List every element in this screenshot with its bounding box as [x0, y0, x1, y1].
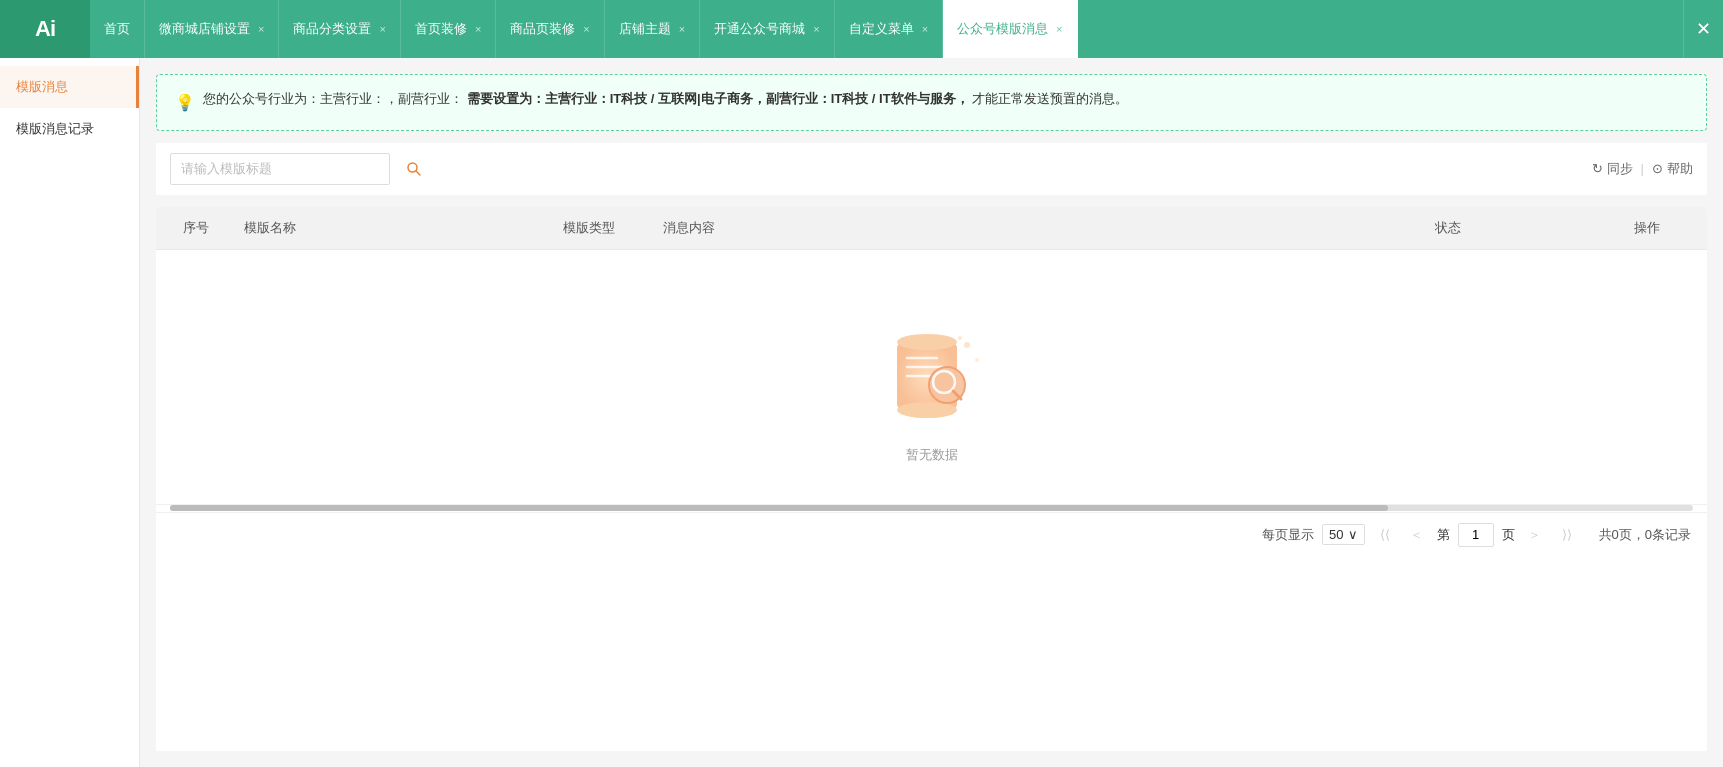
- empty-illustration: [872, 310, 992, 430]
- notice-highlight: 需要设置为：主营行业：IT科技 / 互联网|电子商务，副营行业：IT科技 / I…: [467, 91, 969, 106]
- tab-close-icon[interactable]: ×: [813, 23, 819, 35]
- page-label: 第: [1437, 526, 1450, 544]
- search-icon: [406, 161, 422, 177]
- tab-label: 首页装修: [415, 20, 467, 38]
- topbar-tab-store-theme[interactable]: 店铺主题 ×: [605, 0, 700, 58]
- logo: Ai: [0, 0, 90, 58]
- tab-label: 店铺主题: [619, 20, 671, 38]
- help-label: 帮助: [1667, 160, 1693, 178]
- empty-state: 暂无数据: [156, 250, 1707, 504]
- topbar-tab-custom-menu[interactable]: 自定义菜单 ×: [835, 0, 943, 58]
- tab-label: 自定义菜单: [849, 20, 914, 38]
- col-action: 操作: [1587, 207, 1707, 249]
- svg-point-13: [975, 358, 979, 362]
- scrollbar-row: [156, 504, 1707, 512]
- close-all-button[interactable]: ✕: [1683, 0, 1723, 58]
- topbar-tab-product-decor[interactable]: 商品页装修 ×: [496, 0, 604, 58]
- tab-label: 首页: [104, 20, 130, 38]
- tab-label: 微商城店铺设置: [159, 20, 250, 38]
- col-type: 模版类型: [555, 207, 655, 249]
- tab-close-icon[interactable]: ×: [922, 23, 928, 35]
- tab-label: 公众号模版消息: [957, 20, 1048, 38]
- page-number-input[interactable]: [1458, 523, 1494, 547]
- notice-box: 💡 您的公众号行业为：主营行业：，副营行业： 需要设置为：主营行业：IT科技 /…: [156, 74, 1707, 131]
- tab-label: 商品页装修: [510, 20, 575, 38]
- tab-close-icon[interactable]: ×: [679, 23, 685, 35]
- last-page-button[interactable]: ⟩⟩: [1555, 523, 1579, 547]
- total-info: 共0页，0条记录: [1599, 526, 1691, 544]
- main-layout: 模版消息模版消息记录 💡 您的公众号行业为：主营行业：，副营行业： 需要设置为：…: [0, 58, 1723, 767]
- tab-close-icon[interactable]: ×: [583, 23, 589, 35]
- tab-close-icon[interactable]: ×: [379, 23, 385, 35]
- tab-close-icon[interactable]: ×: [1056, 23, 1062, 35]
- scrollbar-track[interactable]: [170, 505, 1693, 511]
- search-bar: ↻ 同步 | ⊙ 帮助: [156, 143, 1707, 195]
- help-button[interactable]: ⊙ 帮助: [1652, 160, 1693, 178]
- table-header: 序号 模版名称 模版类型 消息内容 状态 操作: [156, 207, 1707, 250]
- sidebar: 模版消息模版消息记录: [0, 58, 140, 767]
- col-name: 模版名称: [236, 207, 555, 249]
- tab-close-icon[interactable]: ×: [258, 23, 264, 35]
- search-input[interactable]: [170, 153, 390, 185]
- first-page-button[interactable]: ⟨⟨: [1373, 523, 1397, 547]
- table-wrap: 序号 模版名称 模版类型 消息内容 状态 操作: [156, 207, 1707, 751]
- sidebar-item-template-msg[interactable]: 模版消息: [0, 66, 139, 108]
- sync-icon: ↻: [1592, 161, 1603, 176]
- next-page-button[interactable]: ＞: [1523, 523, 1547, 547]
- prev-page-button[interactable]: ＜: [1405, 523, 1429, 547]
- topbar-tab-home[interactable]: 首页: [90, 0, 145, 58]
- logo-text: Ai: [35, 16, 55, 42]
- topbar-tab-home-decor[interactable]: 首页装修 ×: [401, 0, 496, 58]
- scrollbar-thumb: [170, 505, 1388, 511]
- topbar: Ai 首页微商城店铺设置×商品分类设置×首页装修×商品页装修×店铺主题×开通公众…: [0, 0, 1723, 58]
- sidebar-item-template-msg-record[interactable]: 模版消息记录: [0, 108, 139, 150]
- col-seq: 序号: [156, 207, 236, 249]
- col-status: 状态: [1427, 207, 1587, 249]
- empty-text: 暂无数据: [906, 446, 958, 464]
- notice-text: 您的公众号行业为：主营行业：，副营行业： 需要设置为：主营行业：IT科技 / 互…: [203, 89, 1128, 110]
- help-icon: ⊙: [1652, 161, 1663, 176]
- sync-label: 同步: [1607, 160, 1633, 178]
- svg-point-14: [958, 336, 962, 340]
- content-area: 💡 您的公众号行业为：主营行业：，副营行业： 需要设置为：主营行业：IT科技 /…: [140, 58, 1723, 767]
- search-right: ↻ 同步 | ⊙ 帮助: [1592, 160, 1693, 178]
- notice-icon: 💡: [175, 90, 195, 116]
- sync-button[interactable]: ↻ 同步: [1592, 160, 1633, 178]
- per-page-label: 每页显示: [1262, 526, 1314, 544]
- per-page-value: 50: [1329, 527, 1343, 542]
- notice-prefix: 您的公众号行业为：主营行业：，副营行业：: [203, 91, 463, 106]
- topbar-tab-template-msg[interactable]: 公众号模版消息 ×: [943, 0, 1077, 58]
- topbar-tab-open-mall[interactable]: 开通公众号商城 ×: [700, 0, 834, 58]
- search-left: [170, 153, 430, 185]
- tab-label: 商品分类设置: [293, 20, 371, 38]
- divider: |: [1641, 161, 1644, 176]
- pagination: 每页显示 50 ∨ ⟨⟨ ＜ 第 页 ＞ ⟩⟩ 共0页，0条记录: [156, 512, 1707, 557]
- search-button[interactable]: [398, 153, 430, 185]
- notice-suffix: 才能正常发送预置的消息。: [972, 91, 1128, 106]
- svg-point-12: [964, 342, 970, 348]
- tab-label: 开通公众号商城: [714, 20, 805, 38]
- svg-point-5: [897, 402, 957, 418]
- svg-point-4: [897, 334, 957, 350]
- col-content: 消息内容: [655, 207, 1427, 249]
- per-page-select[interactable]: 50 ∨: [1322, 524, 1364, 545]
- svg-line-1: [416, 171, 420, 175]
- topbar-tabs: 首页微商城店铺设置×商品分类设置×首页装修×商品页装修×店铺主题×开通公众号商城…: [90, 0, 1683, 58]
- topbar-tab-category-settings[interactable]: 商品分类设置 ×: [279, 0, 400, 58]
- tab-close-icon[interactable]: ×: [475, 23, 481, 35]
- topbar-tab-store-settings[interactable]: 微商城店铺设置 ×: [145, 0, 279, 58]
- page-unit: 页: [1502, 526, 1515, 544]
- chevron-down-icon: ∨: [1348, 527, 1358, 542]
